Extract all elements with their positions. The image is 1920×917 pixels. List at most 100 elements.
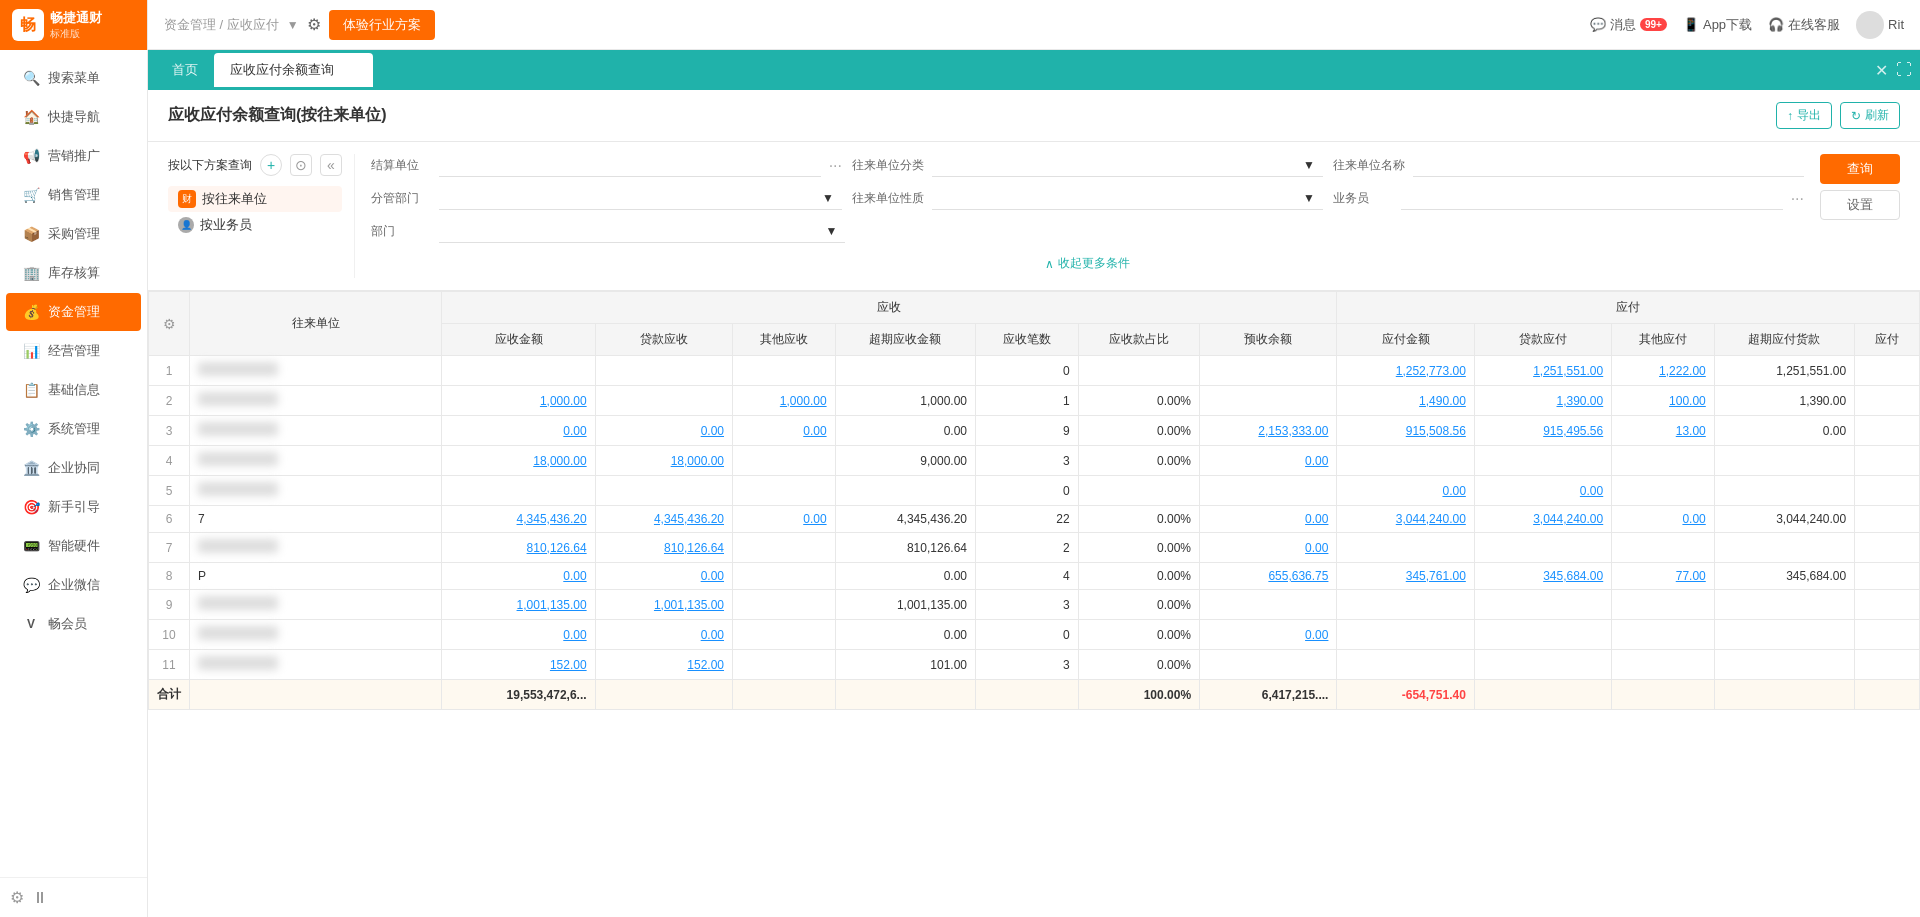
salesperson-dots[interactable]: ··· [1791,190,1804,208]
filter-option-by-unit[interactable]: 财 按往来单位 [168,186,342,212]
table-cell[interactable]: 0.00 [442,563,595,590]
col-settings[interactable]: ⚙ [149,292,190,356]
sidebar-item-inventory[interactable]: 🏢 库存核算 [6,254,141,292]
table-cell[interactable]: 1,252,773.00 [1337,356,1474,386]
tab-close-window-icon[interactable]: ✕ [1875,61,1888,80]
table-cell[interactable]: 1,222.00 [1612,356,1715,386]
table-cell[interactable]: 0.00 [1337,476,1474,506]
settings-filter-icon[interactable]: ⊙ [290,154,312,176]
settlement-unit-dots[interactable]: ··· [829,157,842,175]
app-download-action[interactable]: 📱 App下载 [1683,16,1752,34]
table-cell[interactable]: 915,508.56 [1337,416,1474,446]
sidebar-item-vip[interactable]: V 畅会员 [6,605,141,643]
sidebar-item-corp[interactable]: 🏛️ 企业协同 [6,449,141,487]
unit-category-select[interactable]: ▼ [932,154,1323,177]
sidebar-item-system[interactable]: ⚙️ 系统管理 [6,410,141,448]
tab-close-icon[interactable]: ✕ [346,63,357,78]
table-cell[interactable]: 345,761.00 [1337,563,1474,590]
unit-nature-select[interactable]: ▼ [932,187,1323,210]
promo-button[interactable]: 体验行业方案 [329,10,435,40]
table-cell[interactable]: 0.00 [1200,620,1337,650]
total-pre-bal[interactable]: 6,417,215.... [1200,680,1337,710]
set-button[interactable]: 设置 [1820,190,1900,220]
table-cell[interactable]: 18,000.00 [595,446,732,476]
table-cell[interactable]: 4,345,436.20 [595,506,732,533]
collapse-label: 收起更多条件 [1058,255,1130,272]
online-service-action[interactable]: 🎧 在线客服 [1768,16,1840,34]
table-cell[interactable]: 3,044,240.00 [1474,506,1611,533]
table-cell[interactable]: 13.00 [1612,416,1715,446]
table-cell[interactable]: 152.00 [595,650,732,680]
collapse-filter-icon[interactable]: « [320,154,342,176]
collapse-more-conditions[interactable]: ∧ 收起更多条件 [371,249,1804,278]
table-cell[interactable]: 0.00 [595,620,732,650]
table-cell[interactable]: 1,390.00 [1474,386,1611,416]
dept-select[interactable]: ▼ [439,187,842,210]
sidebar-item-wechat[interactable]: 💬 企业微信 [6,566,141,604]
tab-fullscreen-icon[interactable]: ⛶ [1896,61,1912,80]
table-cell[interactable]: 1,000.00 [442,386,595,416]
sidebar-item-basic[interactable]: 📋 基础信息 [6,371,141,409]
table-cell[interactable]: 4,345,436.20 [442,506,595,533]
settings-footer-icon[interactable]: ⚙ [10,888,24,907]
unit-name-input[interactable] [1413,154,1804,177]
table-cell[interactable]: 345,684.00 [1474,563,1611,590]
table-cell[interactable]: 0.00 [442,416,595,446]
breadcrumb-arrow-icon[interactable]: ▼ [287,18,299,32]
sidebar-item-finance[interactable]: 💰 资金管理 [6,293,141,331]
table-cell[interactable]: 18,000.00 [442,446,595,476]
settlement-unit-input[interactable] [439,154,821,177]
table-cell[interactable]: 810,126.64 [442,533,595,563]
table-cell: 0.00 [835,563,975,590]
sidebar-item-guide[interactable]: 🎯 新手引导 [6,488,141,526]
sidebar-item-hardware[interactable]: 📟 智能硬件 [6,527,141,565]
collapse-sidebar-icon[interactable]: ⏸ [32,889,48,907]
table-cell[interactable]: 0.00 [442,620,595,650]
department-select[interactable]: ▼ [439,220,845,243]
sidebar-item-quicknav[interactable]: 🏠 快捷导航 [6,98,141,136]
salesperson-input[interactable] [1401,187,1783,210]
message-action[interactable]: 💬 消息 99+ [1590,16,1667,34]
table-cell[interactable]: 77.00 [1612,563,1715,590]
query-button[interactable]: 查询 [1820,154,1900,184]
table-settings-icon[interactable]: ⚙ [163,316,176,332]
filter-method-label: 按以下方案查询 [168,157,252,174]
table-cell[interactable]: 1,000.00 [733,386,836,416]
export-button[interactable]: ↑ 导出 [1776,102,1832,129]
table-cell[interactable]: 1,490.00 [1337,386,1474,416]
table-cell[interactable]: 0.00 [1612,506,1715,533]
refresh-button[interactable]: ↻ 刷新 [1840,102,1900,129]
sidebar-item-purchase[interactable]: 📦 采购管理 [6,215,141,253]
table-cell[interactable]: 0.00 [595,416,732,446]
table-cell[interactable]: 2,153,333.00 [1200,416,1337,446]
table-cell[interactable]: 0.00 [733,416,836,446]
table-cell[interactable]: 0.00 [1474,476,1611,506]
table-cell[interactable]: 152.00 [442,650,595,680]
sidebar-item-search[interactable]: 🔍 搜索菜单 [6,59,141,97]
table-cell[interactable]: 655,636.75 [1200,563,1337,590]
table-cell[interactable]: 1,251,551.00 [1474,356,1611,386]
table-cell[interactable]: 1,001,135.00 [442,590,595,620]
header-settings-icon[interactable]: ⚙ [307,15,321,34]
table-cell[interactable]: 0.00 [1200,506,1337,533]
user-name-display[interactable]: Rit [1856,11,1904,39]
total-rec-amt[interactable]: 19,553,472,6... [442,680,595,710]
sidebar-item-marketing[interactable]: 📢 营销推广 [6,137,141,175]
table-cell[interactable]: 100.00 [1612,386,1715,416]
table-cell[interactable]: 3,044,240.00 [1337,506,1474,533]
tab-home[interactable]: 首页 [156,53,214,87]
table-cell[interactable]: 0.00 [1200,446,1337,476]
table-cell[interactable]: 0.00 [733,506,836,533]
table-cell[interactable]: 1,001,135.00 [595,590,732,620]
table-cell[interactable]: 810,126.64 [595,533,732,563]
tab-receivable-query[interactable]: 应收应付余额查询 ✕ [214,53,373,87]
table-cell[interactable]: 915,495.56 [1474,416,1611,446]
sidebar-item-sales[interactable]: 🛒 销售管理 [6,176,141,214]
filter-option-by-salesperson[interactable]: 👤 按业务员 [168,212,342,238]
table-cell[interactable]: 0.00 [1200,533,1337,563]
sidebar-item-operation[interactable]: 📊 经营管理 [6,332,141,370]
add-filter-icon[interactable]: + [260,154,282,176]
breadcrumb: 资金管理 / 应收应付 [164,16,279,34]
table-cell [1078,356,1199,386]
table-cell[interactable]: 0.00 [595,563,732,590]
